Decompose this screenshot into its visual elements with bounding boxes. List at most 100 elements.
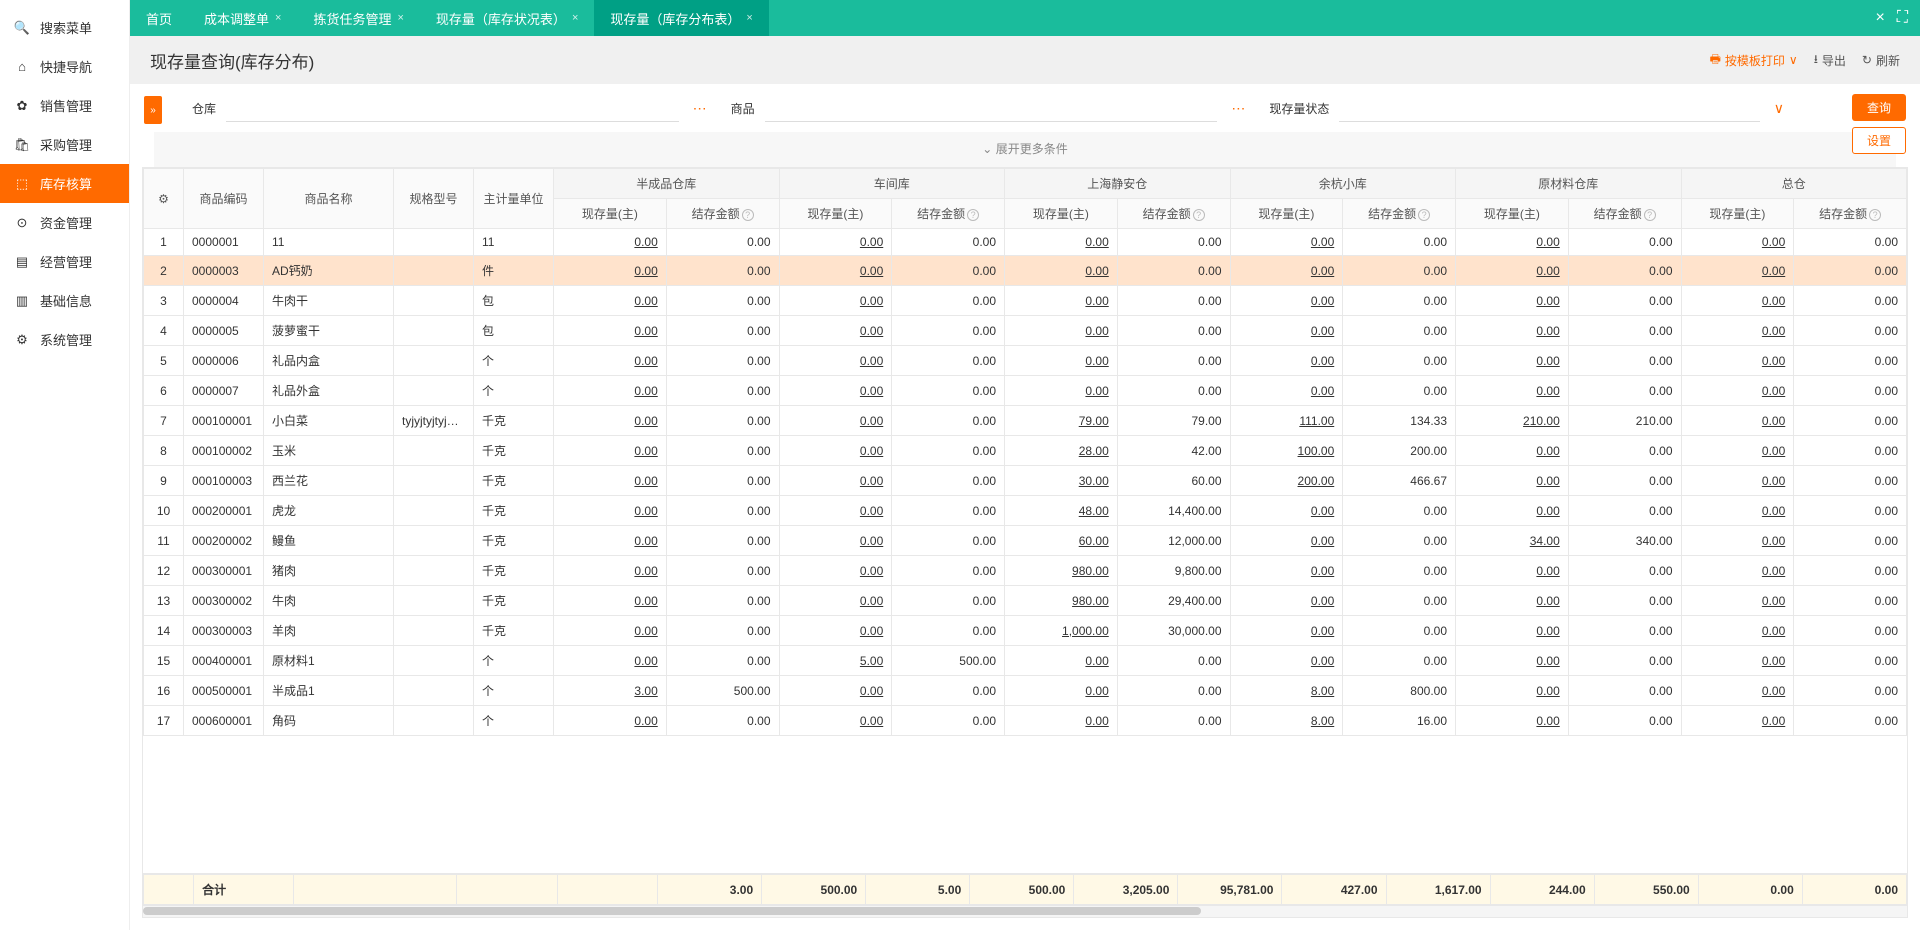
cell-qty[interactable]: 0.00 — [1681, 586, 1794, 616]
cell-qty[interactable]: 8.00 — [1230, 676, 1343, 706]
cell-qty[interactable]: 0.00 — [1681, 646, 1794, 676]
filter-input-1[interactable] — [765, 94, 1218, 122]
cell-qty[interactable]: 0.00 — [1230, 496, 1343, 526]
cell-qty[interactable]: 0.00 — [1230, 229, 1343, 256]
cell-qty[interactable]: 980.00 — [1005, 556, 1118, 586]
cell-qty[interactable]: 0.00 — [1681, 616, 1794, 646]
sidebar-item-5[interactable]: ⊙资金管理 — [0, 203, 129, 242]
cell-qty[interactable]: 8.00 — [1230, 706, 1343, 736]
cell-qty[interactable]: 0.00 — [554, 616, 667, 646]
table-row[interactable]: 20000003AD钙奶件0.000.000.000.000.000.000.0… — [144, 256, 1907, 286]
cell-qty[interactable]: 0.00 — [1456, 256, 1569, 286]
cell-qty[interactable]: 0.00 — [554, 316, 667, 346]
cell-qty[interactable]: 0.00 — [1681, 346, 1794, 376]
table-row[interactable]: 15000400001原材料1个0.000.005.00500.000.000.… — [144, 646, 1907, 676]
cell-qty[interactable]: 1,000.00 — [1005, 616, 1118, 646]
settings-button[interactable]: 设置 — [1852, 127, 1906, 154]
help-icon[interactable]: ? — [742, 209, 754, 221]
amt-header[interactable]: 结存金额? — [1794, 199, 1907, 229]
help-icon[interactable]: ? — [1644, 209, 1656, 221]
cell-qty[interactable]: 0.00 — [1456, 556, 1569, 586]
table-row[interactable]: 7000100001小白菜tyjyjtyjtyjdf...千克0.000.000… — [144, 406, 1907, 436]
cell-qty[interactable]: 0.00 — [1005, 256, 1118, 286]
cell-qty[interactable]: 0.00 — [779, 406, 892, 436]
cell-qty[interactable]: 0.00 — [1681, 496, 1794, 526]
cell-qty[interactable]: 0.00 — [1230, 526, 1343, 556]
cell-qty[interactable]: 0.00 — [1681, 376, 1794, 406]
cell-qty[interactable]: 0.00 — [779, 466, 892, 496]
filter-picker-icon[interactable]: ⋯ — [689, 100, 711, 117]
cell-qty[interactable]: 0.00 — [554, 229, 667, 256]
qty-header[interactable]: 现存量(主) — [1230, 199, 1343, 229]
help-icon[interactable]: ? — [1193, 209, 1205, 221]
cell-qty[interactable]: 0.00 — [1681, 316, 1794, 346]
cell-qty[interactable]: 0.00 — [1230, 646, 1343, 676]
cell-qty[interactable]: 0.00 — [1456, 376, 1569, 406]
cell-qty[interactable]: 0.00 — [1681, 256, 1794, 286]
cell-qty[interactable]: 0.00 — [554, 346, 667, 376]
cell-qty[interactable]: 0.00 — [554, 406, 667, 436]
cell-qty[interactable]: 0.00 — [1230, 346, 1343, 376]
cell-qty[interactable]: 0.00 — [554, 436, 667, 466]
cell-qty[interactable]: 0.00 — [1005, 376, 1118, 406]
cell-qty[interactable]: 0.00 — [1230, 556, 1343, 586]
cell-qty[interactable]: 0.00 — [779, 556, 892, 586]
cell-qty[interactable]: 0.00 — [1456, 436, 1569, 466]
cell-qty[interactable]: 0.00 — [1681, 556, 1794, 586]
cell-qty[interactable]: 0.00 — [1681, 436, 1794, 466]
cell-qty[interactable]: 0.00 — [1456, 706, 1569, 736]
cell-qty[interactable]: 28.00 — [1005, 436, 1118, 466]
table-row[interactable]: 13000300002牛肉千克0.000.000.000.00980.0029,… — [144, 586, 1907, 616]
cell-qty[interactable]: 0.00 — [779, 586, 892, 616]
sidebar-item-0[interactable]: 🔍搜索菜单 — [0, 8, 129, 47]
cell-qty[interactable]: 0.00 — [554, 586, 667, 616]
table-row[interactable]: 14000300003羊肉千克0.000.000.000.001,000.003… — [144, 616, 1907, 646]
cell-qty[interactable]: 0.00 — [1005, 286, 1118, 316]
help-icon[interactable]: ? — [1869, 209, 1881, 221]
filter-picker-icon[interactable]: ⋯ — [1227, 100, 1249, 117]
tab-0[interactable]: 首页 — [130, 0, 188, 36]
sidebar-item-6[interactable]: ▤经营管理 — [0, 242, 129, 281]
cell-qty[interactable]: 0.00 — [779, 376, 892, 406]
gear-icon-header[interactable]: ⚙ — [144, 169, 184, 229]
cell-qty[interactable]: 0.00 — [779, 706, 892, 736]
amt-header[interactable]: 结存金额? — [1117, 199, 1230, 229]
help-icon[interactable]: ? — [1418, 209, 1430, 221]
cell-qty[interactable]: 0.00 — [1456, 286, 1569, 316]
amt-header[interactable]: 结存金额? — [1568, 199, 1681, 229]
tab-close-icon[interactable]: × — [275, 12, 281, 24]
cell-qty[interactable]: 100.00 — [1230, 436, 1343, 466]
cell-qty[interactable]: 0.00 — [554, 646, 667, 676]
table-row[interactable]: 11000200002鳗鱼千克0.000.000.000.0060.0012,0… — [144, 526, 1907, 556]
cell-qty[interactable]: 0.00 — [554, 706, 667, 736]
cell-qty[interactable]: 0.00 — [779, 436, 892, 466]
tab-4[interactable]: 现存量（库存分布表）× — [594, 0, 768, 36]
table-row[interactable]: 1000000111110.000.000.000.000.000.000.00… — [144, 229, 1907, 256]
cell-qty[interactable]: 0.00 — [779, 286, 892, 316]
filter-input-2[interactable] — [1339, 94, 1759, 122]
col-header[interactable]: 主计量单位 — [474, 169, 554, 229]
col-header[interactable]: 商品编码 — [184, 169, 264, 229]
sidebar-item-8[interactable]: ⚙系统管理 — [0, 320, 129, 359]
cell-qty[interactable]: 0.00 — [1456, 616, 1569, 646]
cell-qty[interactable]: 48.00 — [1005, 496, 1118, 526]
cell-qty[interactable]: 0.00 — [1456, 466, 1569, 496]
cell-qty[interactable]: 0.00 — [779, 526, 892, 556]
cell-qty[interactable]: 79.00 — [1005, 406, 1118, 436]
cell-qty[interactable]: 0.00 — [554, 526, 667, 556]
table-row[interactable]: 17000600001角码个0.000.000.000.000.000.008.… — [144, 706, 1907, 736]
cell-qty[interactable]: 0.00 — [1230, 316, 1343, 346]
horizontal-scrollbar[interactable] — [142, 906, 1908, 918]
cell-qty[interactable]: 0.00 — [1230, 586, 1343, 616]
cell-qty[interactable]: 0.00 — [1456, 646, 1569, 676]
col-header[interactable]: 规格型号 — [394, 169, 474, 229]
cell-qty[interactable]: 0.00 — [1005, 646, 1118, 676]
qty-header[interactable]: 现存量(主) — [554, 199, 667, 229]
filter-picker-icon[interactable]: ∨ — [1770, 100, 1788, 117]
cell-qty[interactable]: 0.00 — [1005, 316, 1118, 346]
cell-qty[interactable]: 111.00 — [1230, 406, 1343, 436]
cell-qty[interactable]: 0.00 — [1681, 706, 1794, 736]
tab-3[interactable]: 现存量（库存状况表）× — [420, 0, 594, 36]
tab-2[interactable]: 拣货任务管理× — [297, 0, 419, 36]
tabs-close-all-icon[interactable]: × — [1875, 9, 1884, 27]
